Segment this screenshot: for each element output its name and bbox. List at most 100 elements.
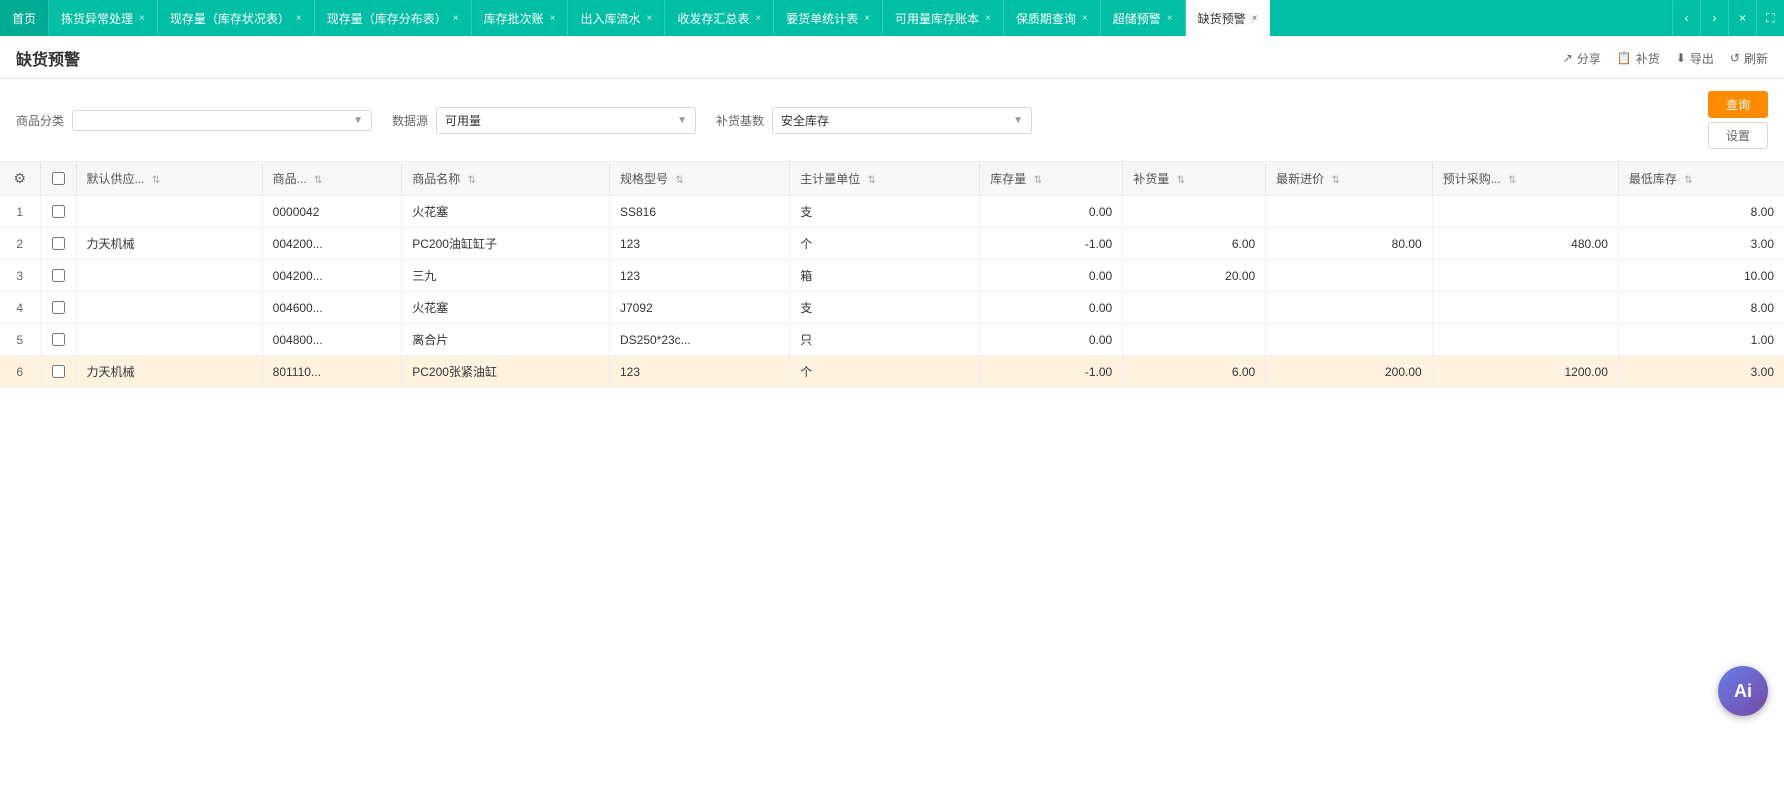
cell-stock: -1.00: [980, 356, 1123, 388]
nav-tab-stock-status-close[interactable]: ×: [296, 13, 302, 24]
ai-assistant-button[interactable]: Ai: [1718, 666, 1768, 716]
nav-tab-exception[interactable]: 拣货异常处理 ×: [49, 0, 158, 36]
category-select[interactable]: ▼: [72, 110, 372, 131]
replenish-base-select[interactable]: 安全库存 ▼: [772, 107, 1032, 134]
th-spec-sort-icon: ⇅: [675, 175, 683, 186]
cell-unit: 个: [790, 356, 980, 388]
nav-tab-shortage-close[interactable]: ×: [1252, 13, 1258, 24]
nav-tab-inout-close[interactable]: ×: [646, 13, 652, 24]
th-spec[interactable]: 规格型号 ⇅: [609, 162, 789, 196]
nav-tab-home[interactable]: 首页: [0, 0, 49, 36]
nav-prev-button[interactable]: ‹: [1672, 0, 1700, 36]
nav-tab-order-stat-label: 要货单统计表: [786, 10, 858, 27]
th-stock[interactable]: 库存量 ⇅: [980, 162, 1123, 196]
row-checkbox[interactable]: [52, 237, 65, 250]
th-default-supplier[interactable]: 默认供应... ⇅: [76, 162, 262, 196]
category-select-arrow-icon: ▼: [353, 115, 363, 126]
cell-replenish-qty: 20.00: [1123, 260, 1266, 292]
settings-button[interactable]: 设置: [1708, 122, 1768, 149]
row-checkbox[interactable]: [52, 365, 65, 378]
cell-stock: 0.00: [980, 196, 1123, 228]
row-checkbox[interactable]: [52, 301, 65, 314]
cell-replenish-qty: [1123, 196, 1266, 228]
nav-tab-inout[interactable]: 出入库流水 ×: [568, 0, 665, 36]
nav-tab-order-stat-close[interactable]: ×: [864, 13, 870, 24]
cell-est-purchase: [1432, 292, 1618, 324]
table-row: 5 004800... 离合片 DS250*23c... 只 0.00 1.00: [0, 324, 1784, 356]
cell-unit: 个: [790, 228, 980, 260]
cell-min-stock: 3.00: [1618, 356, 1784, 388]
cell-product-name: 火花塞: [402, 292, 610, 324]
nav-tab-shortage-label: 缺货预警: [1198, 10, 1246, 27]
th-replenish-qty-sort-icon: ⇅: [1177, 175, 1185, 186]
nav-tab-shortage[interactable]: 缺货预警 ×: [1186, 0, 1271, 36]
nav-fullscreen-button[interactable]: ⛶: [1756, 0, 1784, 36]
ai-badge-label: Ai: [1734, 681, 1752, 702]
share-button[interactable]: ↗ 分享: [1563, 50, 1601, 67]
nav-tab-expiry[interactable]: 保质期查询 ×: [1004, 0, 1101, 36]
share-label: 分享: [1577, 50, 1601, 67]
refresh-button[interactable]: ↺ 刷新: [1730, 50, 1768, 67]
row-checkbox[interactable]: [52, 333, 65, 346]
export-button[interactable]: ⬇ 导出: [1676, 50, 1714, 67]
replenish-icon: 📋: [1617, 51, 1632, 65]
cell-est-purchase: 1200.00: [1432, 356, 1618, 388]
th-latest-price[interactable]: 最新进价 ⇅: [1266, 162, 1433, 196]
query-button[interactable]: 查询: [1708, 91, 1768, 118]
nav-tab-stock-dist-close[interactable]: ×: [453, 13, 459, 24]
nav-tab-batch-close[interactable]: ×: [550, 13, 556, 24]
nav-tab-expiry-close[interactable]: ×: [1082, 13, 1088, 24]
th-product-name-label: 商品名称: [412, 172, 460, 186]
cell-default-supplier: 力天机械: [76, 356, 262, 388]
nav-tab-collect-label: 收发存汇总表: [677, 10, 749, 27]
th-est-purchase[interactable]: 预计采购... ⇅: [1432, 162, 1618, 196]
nav-tab-avail-close[interactable]: ×: [985, 13, 991, 24]
cell-min-stock: 8.00: [1618, 196, 1784, 228]
th-product-name[interactable]: 商品名称 ⇅: [402, 162, 610, 196]
nav-tab-order-stat[interactable]: 要货单统计表 ×: [774, 0, 883, 36]
row-checkbox[interactable]: [52, 205, 65, 218]
share-icon: ↗: [1563, 51, 1573, 65]
nav-tab-overstock-label: 超储预警: [1113, 10, 1161, 27]
cell-default-supplier: [76, 292, 262, 324]
datasource-select[interactable]: 可用量 ▼: [436, 107, 696, 134]
category-filter-label: 商品分类: [16, 112, 64, 129]
row-checkbox[interactable]: [52, 269, 65, 282]
datasource-select-arrow-icon: ▼: [677, 115, 687, 126]
cell-unit: 支: [790, 292, 980, 324]
cell-min-stock: 3.00: [1618, 228, 1784, 260]
th-product-name-sort-icon: ⇅: [468, 175, 476, 186]
th-gear[interactable]: ⚙: [0, 162, 40, 196]
th-unit-label: 主计量单位: [800, 172, 860, 186]
nav-tab-overstock-close[interactable]: ×: [1167, 13, 1173, 24]
th-est-purchase-sort-icon: ⇅: [1508, 175, 1516, 186]
nav-tab-batch[interactable]: 库存批次账 ×: [472, 0, 569, 36]
nav-tab-collect[interactable]: 收发存汇总表 ×: [665, 0, 774, 36]
cell-checkbox: [40, 356, 76, 388]
cell-checkbox: [40, 292, 76, 324]
cell-est-purchase: [1432, 324, 1618, 356]
nav-tab-stock-dist[interactable]: 现存量（库存分布表） ×: [315, 0, 472, 36]
th-min-stock[interactable]: 最低库存 ⇅: [1618, 162, 1784, 196]
cell-spec: SS816: [609, 196, 789, 228]
select-all-checkbox[interactable]: [52, 172, 65, 185]
page-content: 缺货预警 ↗ 分享 📋 补货 ⬇ 导出 ↺ 刷新 商品分类: [0, 36, 1784, 796]
nav-tab-overstock[interactable]: 超储预警 ×: [1101, 0, 1186, 36]
gear-icon[interactable]: ⚙: [13, 170, 26, 187]
th-replenish-qty[interactable]: 补货量 ⇅: [1123, 162, 1266, 196]
cell-product-name: 离合片: [402, 324, 610, 356]
nav-tab-stock-dist-label: 现存量（库存分布表）: [327, 10, 447, 27]
nav-tab-collect-close[interactable]: ×: [755, 13, 761, 24]
nav-tab-stock-status[interactable]: 现存量（库存状况表） ×: [158, 0, 315, 36]
th-product-code[interactable]: 商品... ⇅: [262, 162, 402, 196]
nav-close-button[interactable]: ×: [1728, 0, 1756, 36]
cell-row-num: 4: [0, 292, 40, 324]
cell-unit: 只: [790, 324, 980, 356]
nav-next-button[interactable]: ›: [1700, 0, 1728, 36]
th-unit[interactable]: 主计量单位 ⇅: [790, 162, 980, 196]
nav-tab-avail[interactable]: 可用量库存账本 ×: [883, 0, 1004, 36]
th-min-stock-sort-icon: ⇅: [1684, 175, 1692, 186]
cell-est-purchase: 480.00: [1432, 228, 1618, 260]
replenish-button[interactable]: 📋 补货: [1617, 50, 1660, 67]
nav-tab-exception-close[interactable]: ×: [139, 13, 145, 24]
